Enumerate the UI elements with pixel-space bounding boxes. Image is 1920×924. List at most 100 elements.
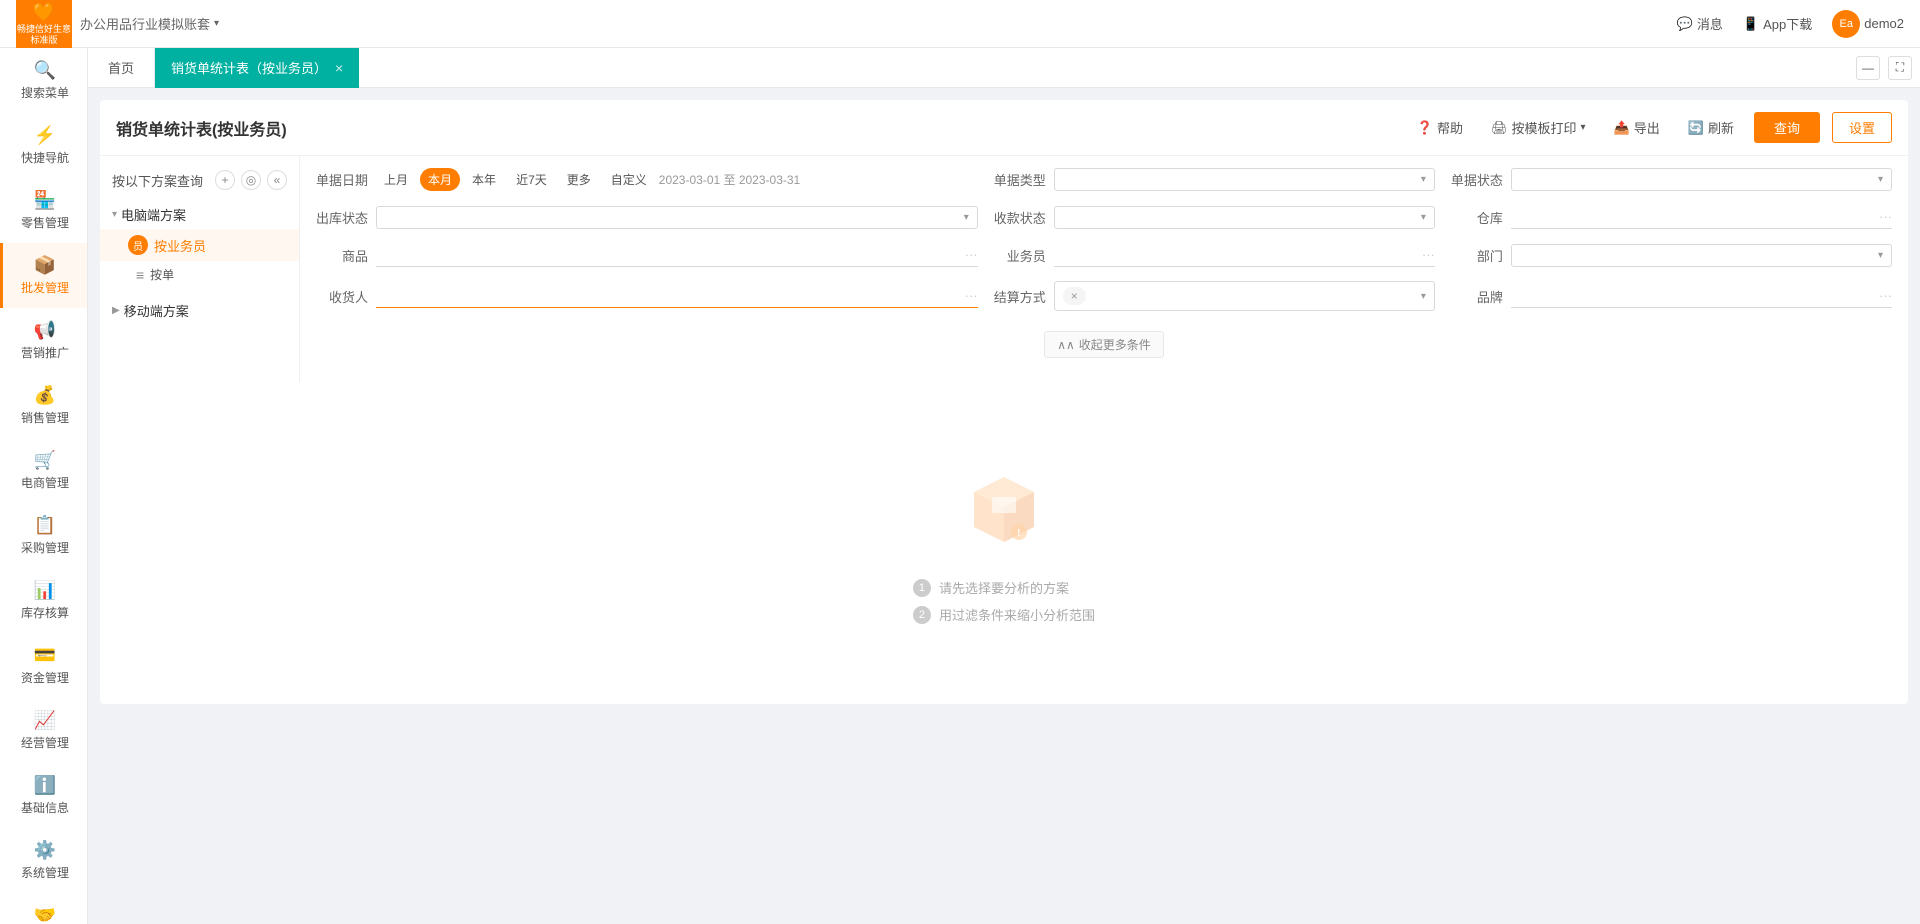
message-icon: 💬 — [1677, 16, 1693, 32]
sidebar-item-operation[interactable]: 📈 经营管理 — [0, 698, 87, 763]
collapse-up-icon: ∧∧ — [1057, 338, 1075, 352]
filter-salesperson: 业务员 ··· — [994, 243, 1435, 267]
scheme-item-by-salesperson[interactable]: 员 按业务员 — [100, 229, 299, 261]
page-inner: 销货单统计表(按业务员) ❓ 帮助 🖨 按模板打印 ▾ 📤 — [100, 100, 1908, 704]
tip-text-1: 请先选择要分析的方案 — [939, 578, 1069, 597]
empty-tips: 1 请先选择要分析的方案 2 用过滤条件来缩小分析范围 — [913, 578, 1095, 624]
scheme-copy-btn[interactable]: ◎ — [241, 170, 261, 190]
settings-btn[interactable]: 设置 — [1832, 112, 1892, 143]
warehouse-more-icon: ··· — [1879, 209, 1892, 224]
topbar-right: 💬 消息 📱 App下载 Ea demo2 — [1677, 10, 1904, 38]
brand-input[interactable]: ··· — [1511, 284, 1892, 308]
date-this-month[interactable]: 本月 — [420, 168, 460, 191]
date-label: 单据日期 — [316, 170, 368, 189]
scheme-collapse-btn[interactable]: « — [267, 170, 287, 190]
tab-home[interactable]: 首页 — [88, 48, 155, 88]
sidebar-item-search[interactable]: 🔍 搜索菜单 — [0, 48, 87, 113]
sidebar-item-ecommerce[interactable]: 🛒 电商管理 — [0, 438, 87, 503]
sidebar-item-wholesale[interactable]: 📦 批发管理 — [0, 243, 87, 308]
salesperson-input[interactable]: ··· — [1054, 243, 1435, 267]
retail-icon: 🏪 — [34, 190, 56, 211]
dept-select[interactable]: ▾ — [1511, 244, 1892, 267]
out-status-select[interactable]: ▾ — [376, 206, 978, 229]
query-btn[interactable]: 查询 — [1754, 112, 1820, 143]
doc-type-label: 单据类型 — [994, 170, 1046, 189]
user-menu[interactable]: Ea demo2 — [1832, 10, 1904, 38]
date-last-month[interactable]: 上月 — [376, 168, 416, 191]
topbar: 🧡 畅捷信好生意 标准版 办公用品行业模拟账套 ▾ 💬 消息 📱 App下载 E… — [0, 0, 1920, 48]
scheme-add-btn[interactable]: + — [215, 170, 235, 190]
template-print-btn[interactable]: 🖨 按模板打印 ▾ — [1483, 114, 1594, 141]
brand-label: 品牌 — [1451, 287, 1503, 306]
inventory-icon: 📊 — [34, 580, 56, 601]
home-tab-label: 首页 — [108, 58, 134, 77]
tab-minimize-btn[interactable]: — — [1856, 56, 1880, 80]
sidebar-item-finance[interactable]: 💳 资金管理 — [0, 633, 87, 698]
sidebar-item-label: 批发管理 — [21, 279, 69, 296]
download-icon: 📱 — [1743, 16, 1759, 32]
filter-collect-status: 收款状态 ▾ — [994, 206, 1435, 229]
receiver-input[interactable]: ··· — [376, 284, 978, 308]
export-btn[interactable]: 📤 导出 — [1606, 114, 1668, 141]
date-this-year[interactable]: 本年 — [464, 168, 504, 191]
goods-input[interactable]: ··· — [376, 243, 978, 267]
payment-select[interactable]: × ▾ — [1054, 281, 1435, 311]
svg-text:!: ! — [1017, 528, 1020, 539]
help-icon: ❓ — [1417, 120, 1433, 136]
out-status-label: 出库状态 — [316, 208, 368, 227]
sidebar-item-enterprise[interactable]: 🤝 企业协同 — [0, 893, 87, 924]
page-header: 销货单统计表(按业务员) ❓ 帮助 🖨 按模板打印 ▾ 📤 — [100, 100, 1908, 156]
tip-text-2: 用过滤条件来缩小分析范围 — [939, 605, 1095, 624]
collect-status-arrow: ▾ — [1421, 212, 1426, 223]
scheme-sub-item-by-order[interactable]: ≡ 按单 — [100, 261, 299, 288]
app-download-btn[interactable]: 📱 App下载 — [1743, 14, 1812, 33]
sidebar-item-label: 资金管理 — [21, 669, 69, 686]
warehouse-input[interactable]: ··· — [1511, 205, 1892, 229]
tab-close-btn[interactable]: × — [335, 60, 343, 76]
refresh-btn[interactable]: 🔄 刷新 — [1680, 114, 1742, 141]
receiver-label: 收货人 — [316, 287, 368, 306]
salesperson-label: 业务员 — [994, 246, 1046, 265]
scheme-group-mobile-header[interactable]: ▶ 移动端方案 — [100, 296, 299, 325]
date-more[interactable]: 更多 — [559, 168, 599, 191]
username: demo2 — [1864, 16, 1904, 31]
help-btn[interactable]: ❓ 帮助 — [1409, 114, 1471, 141]
scheme-group-desktop: ▾ 电脑端方案 员 按业务员 ≡ 按单 — [100, 196, 299, 292]
sidebar-item-inventory[interactable]: 📊 库存核算 — [0, 568, 87, 633]
message-btn[interactable]: 💬 消息 — [1677, 14, 1723, 33]
scheme-item-label-salesperson: 按业务员 — [154, 236, 206, 255]
message-label: 消息 — [1697, 14, 1723, 33]
sidebar-item-label: 快捷导航 — [21, 149, 69, 166]
warehouse-label: 仓库 — [1451, 208, 1503, 227]
maximize-icon: ⛶ — [1896, 60, 1904, 75]
payment-tag: × — [1063, 287, 1086, 305]
app-selector-label: 办公用品行业模拟账套 — [80, 14, 210, 33]
sidebar-item-marketing[interactable]: 📢 营销推广 — [0, 308, 87, 373]
empty-state-icon: ! — [954, 462, 1054, 562]
tab-maximize-btn[interactable]: ⛶ — [1888, 56, 1912, 80]
scheme-item-icon-salesperson: 员 — [128, 235, 148, 255]
doc-type-select[interactable]: ▾ — [1054, 168, 1435, 191]
doc-status-select[interactable]: ▾ — [1511, 168, 1892, 191]
filter-out-status: 出库状态 ▾ — [316, 206, 978, 229]
sidebar-item-basic-info[interactable]: ℹ️ 基础信息 — [0, 763, 87, 828]
payment-tag-remove[interactable]: × — [1071, 289, 1078, 303]
date-last-7[interactable]: 近7天 — [508, 168, 555, 191]
scheme-group-desktop-header[interactable]: ▾ 电脑端方案 — [100, 200, 299, 229]
tab-active[interactable]: 销货单统计表（按业务员） × — [155, 48, 359, 88]
payment-arrow: ▾ — [1421, 291, 1426, 302]
collapse-more-btn[interactable]: ∧∧ 收起更多条件 — [1044, 331, 1164, 358]
filter-row-1: 单据日期 上月 本月 本年 近7天 更多 自定义 2023-03-01 至 20… — [316, 168, 1892, 191]
logo-sub: 标准版 — [30, 35, 57, 47]
date-custom[interactable]: 自定义 — [603, 168, 655, 191]
sidebar-item-sales[interactable]: 💰 销售管理 — [0, 373, 87, 438]
sidebar-item-purchase[interactable]: 📋 采购管理 — [0, 503, 87, 568]
sidebar-item-label: 电商管理 — [21, 474, 69, 491]
collect-status-select[interactable]: ▾ — [1054, 206, 1435, 229]
empty-tip-2: 2 用过滤条件来缩小分析范围 — [913, 605, 1095, 624]
app-selector[interactable]: 办公用品行业模拟账套 ▾ — [80, 14, 219, 33]
sidebar-item-system[interactable]: ⚙️ 系统管理 — [0, 828, 87, 893]
filter-doc-type: 单据类型 ▾ — [994, 168, 1435, 191]
sidebar-item-retail[interactable]: 🏪 零售管理 — [0, 178, 87, 243]
sidebar-item-quick-nav[interactable]: ⚡ 快捷导航 — [0, 113, 87, 178]
